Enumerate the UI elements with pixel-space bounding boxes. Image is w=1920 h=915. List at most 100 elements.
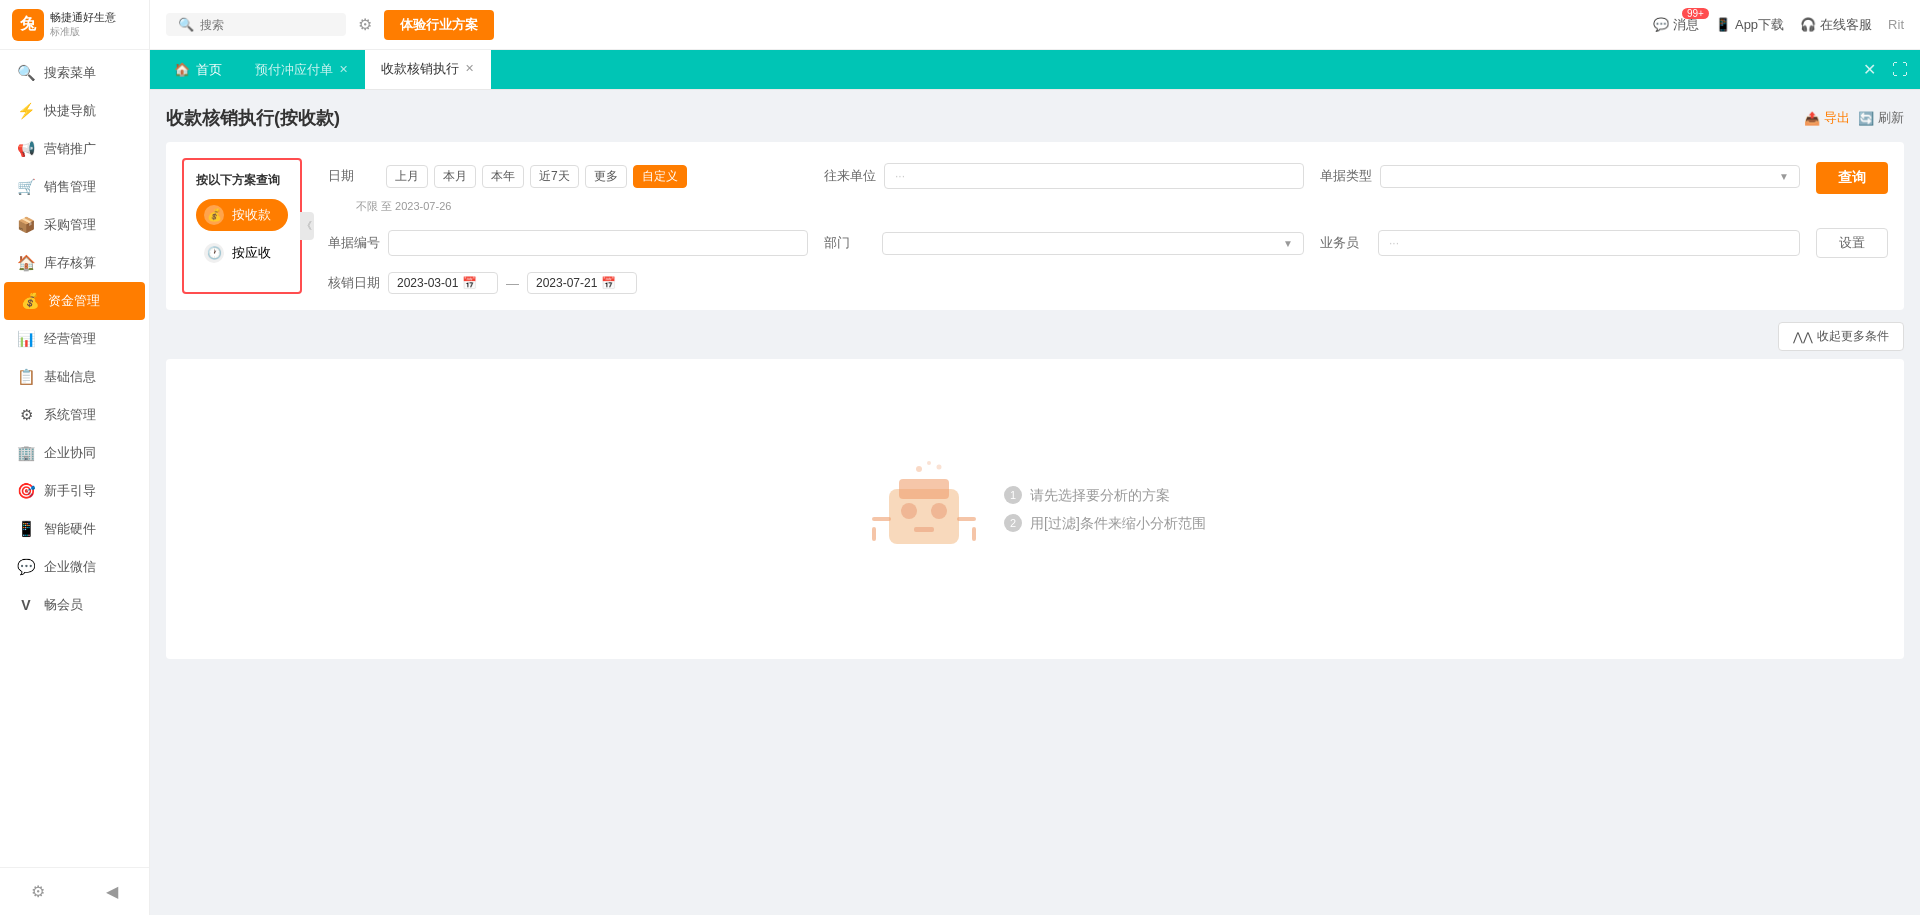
filter-selector-title: 按以下方案查询 [196,172,288,189]
app-download-button[interactable]: 📱 App下载 [1715,16,1784,34]
main-area: 🔍 ⚙ 体验行业方案 💬 消息 99+ 📱 App下载 🎧 在线客服 Rit [150,0,1920,915]
date-more-btn[interactable]: 更多 [585,165,627,188]
writeoff-end-value: 2023-07-21 [536,276,597,290]
setting-button[interactable]: 设置 [1816,228,1888,258]
chevron-up-icon: ⋀⋀ [1793,330,1813,344]
svg-rect-1 [899,479,949,499]
chevron-down-icon: ▼ [1283,238,1293,249]
doc-no-input[interactable] [388,230,808,256]
tab-home[interactable]: 🏠 首页 [158,50,239,89]
receivable-icon: 🕐 [204,243,224,263]
step-1-text: 请先选择要分析的方案 [1030,481,1170,509]
sidebar-item-label: 系统管理 [44,406,96,424]
sidebar-item-hardware[interactable]: 📱 智能硬件 [0,510,149,548]
topbar-gear-icon[interactable]: ⚙ [358,15,372,34]
writeoff-date-end-input[interactable]: 2023-07-21 📅 [527,272,637,294]
megaphone-icon: 📢 [16,140,36,158]
calendar-icon[interactable]: 📅 [462,276,477,290]
filter-row-2: 单据编号 部门 ▼ 业务员 ··· [328,228,1888,258]
export-button[interactable]: 📤 导出 [1804,109,1850,127]
date-this-year-btn[interactable]: 本年 [482,165,524,188]
sidebar-item-label: 企业协同 [44,444,96,462]
dept-label: 部门 [824,234,874,252]
chart-icon: 📊 [16,330,36,348]
tab-close-all-btn[interactable]: ✕ [1859,56,1880,83]
tab-label: 收款核销执行 [381,60,459,78]
filter-collapse-btn[interactable]: 《 [300,212,314,240]
svg-point-3 [931,503,947,519]
sidebar-item-marketing[interactable]: 📢 营销推广 [0,130,149,168]
date-field: 日期 上月 本月 本年 近7天 更多 自定义 [328,165,808,188]
chat-icon: 💬 [16,558,36,576]
sidebar-item-member[interactable]: V 畅会员 [0,586,149,624]
filter-panel: 按以下方案查询 💰 按收款 🕐 按应收 《 日期 [166,142,1904,310]
filter-option-by-receipt[interactable]: 💰 按收款 [196,199,288,231]
refresh-icon: 🔄 [1858,111,1874,126]
filter-row-1: 日期 上月 本月 本年 近7天 更多 自定义 往来单位 · [328,158,1888,194]
sidebar-settings-btn[interactable]: ⚙ [23,878,53,905]
search-icon: 🔍 [16,64,36,82]
sidebar-item-search[interactable]: 🔍 搜索菜单 [0,54,149,92]
date-this-month-btn[interactable]: 本月 [434,165,476,188]
collapse-more-btn[interactable]: ⋀⋀ 收起更多条件 [1778,322,1904,351]
tab-close-receipt[interactable]: ✕ [465,62,474,75]
sidebar-item-label: 新手引导 [44,482,96,500]
collapse-more-label: 收起更多条件 [1817,328,1889,345]
money-icon: 💰 [20,292,40,310]
writeoff-date-start-input[interactable]: 2023-03-01 📅 [388,272,498,294]
search-input[interactable] [200,18,320,32]
sidebar-item-inventory[interactable]: 🏠 库存核算 [0,244,149,282]
user-label: Rit [1888,17,1904,32]
sidebar-item-label: 营销推广 [44,140,96,158]
sidebar-item-purchase[interactable]: 📦 采购管理 [0,206,149,244]
page-header: 收款核销执行(按收款) 📤 导出 🔄 刷新 [166,106,1904,130]
step-2-text: 用[过滤]条件来缩小分析范围 [1030,509,1206,537]
doc-type-select[interactable]: ▼ [1380,165,1800,188]
svg-point-10 [927,461,931,465]
phone-icon: 📱 [1715,17,1731,32]
date-label: 日期 [328,167,378,185]
service-label: 在线客服 [1820,16,1872,34]
sidebar-item-finance[interactable]: 💰 资金管理 [4,282,145,320]
svg-point-11 [937,465,942,470]
messages-button[interactable]: 💬 消息 99+ [1653,16,1699,34]
date-7days-btn[interactable]: 近7天 [530,165,579,188]
query-button[interactable]: 查询 [1816,162,1888,194]
page-title: 收款核销执行(按收款) [166,106,340,130]
search-icon: 🔍 [178,17,194,32]
sidebar-item-wechat[interactable]: 💬 企业微信 [0,548,149,586]
user-menu[interactable]: Rit [1888,17,1904,32]
sidebar-item-system[interactable]: ⚙ 系统管理 [0,396,149,434]
solution-button[interactable]: 体验行业方案 [384,10,494,40]
tabs-bar: 🏠 首页 预付冲应付单 ✕ 收款核销执行 ✕ ✕ ⛶ [150,50,1920,90]
counterparty-input[interactable]: ··· [884,163,1304,189]
tab-receipt-writeoff[interactable]: 收款核销执行 ✕ [365,50,491,89]
sidebar-item-sales[interactable]: 🛒 销售管理 [0,168,149,206]
sidebar-item-enterprise[interactable]: 🏢 企业协同 [0,434,149,472]
tab-maximize-btn[interactable]: ⛶ [1888,56,1912,83]
staff-input[interactable]: ··· [1378,230,1800,256]
topbar-search-box[interactable]: 🔍 [166,13,346,36]
refresh-button[interactable]: 🔄 刷新 [1858,109,1904,127]
sidebar-item-basic-info[interactable]: 📋 基础信息 [0,358,149,396]
app-edition: 标准版 [50,25,116,39]
tab-prepay[interactable]: 预付冲应付单 ✕ [239,50,365,89]
tab-close-prepay[interactable]: ✕ [339,63,348,76]
staff-field: 业务员 ··· [1320,230,1800,256]
sidebar-collapse-btn[interactable]: ◀ [98,878,126,905]
dept-select[interactable]: ▼ [882,232,1304,255]
sidebar-item-beginner[interactable]: 🎯 新手引导 [0,472,149,510]
sidebar-item-operations[interactable]: 📊 经营管理 [0,320,149,358]
empty-step-2: 2 用[过滤]条件来缩小分析范围 [1004,509,1206,537]
home-icon: 🏠 [174,62,190,77]
filter-form: 日期 上月 本月 本年 近7天 更多 自定义 往来单位 · [328,158,1888,294]
messages-badge: 99+ [1682,8,1709,19]
message-icon: 💬 [1653,17,1669,32]
writeoff-date-field: 核销日期 2023-03-01 📅 — 2023-07-21 📅 [328,272,1888,294]
filter-option-by-receivable[interactable]: 🕐 按应收 [196,237,288,269]
date-custom-btn[interactable]: 自定义 [633,165,687,188]
sidebar-item-quick-nav[interactable]: ⚡ 快捷导航 [0,92,149,130]
date-last-month-btn[interactable]: 上月 [386,165,428,188]
calendar-icon[interactable]: 📅 [601,276,616,290]
service-button[interactable]: 🎧 在线客服 [1800,16,1872,34]
